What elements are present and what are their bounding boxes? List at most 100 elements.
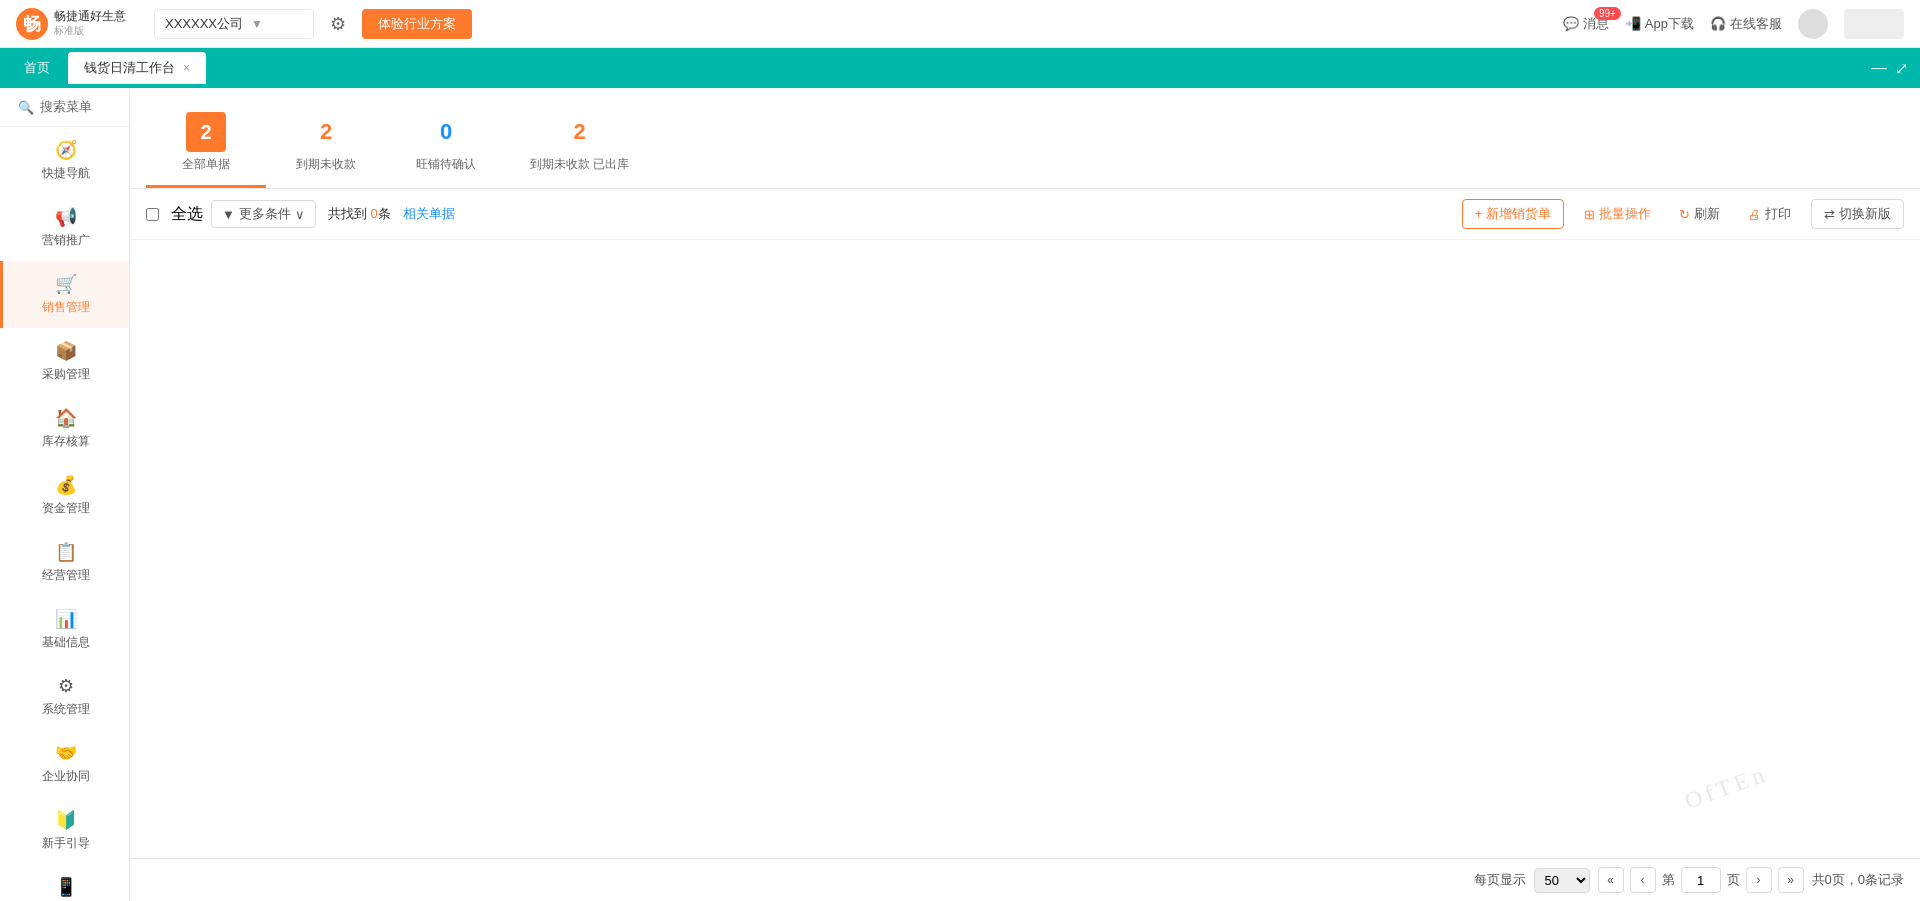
sidebar-item-app-center[interactable]: 📱 应用中心 xyxy=(0,864,129,901)
experience-button[interactable]: 体验行业方案 xyxy=(362,9,472,39)
tab-minimize-icon[interactable]: — xyxy=(1871,59,1887,78)
basic-info-icon: 📊 xyxy=(55,608,77,630)
sidebar-label-operations: 经营管理 xyxy=(42,567,90,584)
sidebar-label-cooperation: 企业协同 xyxy=(42,768,90,785)
refresh-button[interactable]: ↻ 刷新 xyxy=(1671,201,1728,227)
filter-arrow-icon: ∨ xyxy=(295,207,305,222)
company-name: XXXXXX公司 xyxy=(165,15,243,33)
page-label: 第 xyxy=(1662,871,1675,889)
sidebar-label-finance: 资金管理 xyxy=(42,500,90,517)
stats-tabs: 2 全部单据 2 到期未收款 0 旺铺待确认 2 到期未收款 已出库 xyxy=(130,88,1920,189)
table-area xyxy=(130,240,1920,858)
refresh-label: 刷新 xyxy=(1694,205,1720,223)
app-center-icon: 📱 xyxy=(55,876,77,898)
service-icon: 🎧 xyxy=(1710,16,1726,31)
content-inner: 2 全部单据 2 到期未收款 0 旺铺待确认 2 到期未收款 已出库 xyxy=(130,88,1920,901)
message-button[interactable]: 💬 消息 99+ xyxy=(1563,15,1609,33)
app-download-button[interactable]: 📲 App下载 xyxy=(1625,15,1694,33)
stat-tab-all[interactable]: 2 全部单据 xyxy=(146,104,266,188)
sidebar-item-cooperation[interactable]: 🤝 企业协同 xyxy=(0,730,129,797)
tab-workbench[interactable]: 钱货日清工作台 × xyxy=(68,52,206,84)
switch-version-button[interactable]: ⇄ 切换新版 xyxy=(1811,199,1904,229)
stat-label-all: 全部单据 xyxy=(182,156,230,173)
sidebar-item-quick-nav[interactable]: 🧭 快捷导航 xyxy=(0,127,129,194)
sidebar-item-guide[interactable]: 🔰 新手引导 xyxy=(0,797,129,864)
logo-area: 畅 畅捷通好生意 标准版 xyxy=(16,8,146,40)
pagination: « ‹ 第 页 › » xyxy=(1598,867,1804,893)
stat-tab-overdue[interactable]: 2 到期未收款 xyxy=(266,104,386,188)
prev-page-button[interactable]: ‹ xyxy=(1630,867,1656,893)
company-selector[interactable]: XXXXXX公司 ▼ xyxy=(154,9,314,39)
tab-close-icon[interactable]: × xyxy=(183,61,190,75)
stat-label-shipped: 到期未收款 已出库 xyxy=(530,156,629,173)
top-right-area: 💬 消息 99+ 📲 App下载 🎧 在线客服 xyxy=(1563,9,1904,39)
sidebar-item-operations[interactable]: 📋 经营管理 xyxy=(0,529,129,596)
stat-label-pending: 旺铺待确认 xyxy=(416,156,476,173)
sidebar-label-basic-info: 基础信息 xyxy=(42,634,90,651)
sidebar-label-marketing: 营销推广 xyxy=(42,232,90,249)
sidebar: 🔍 搜索菜单 🧭 快捷导航 📢 营销推广 🛒 销售管理 📦 采购管理 🏠 库存核… xyxy=(0,88,130,901)
sidebar-label-inventory: 库存核算 xyxy=(42,433,90,450)
sales-icon: 🛒 xyxy=(55,273,77,295)
sidebar-label-quick-nav: 快捷导航 xyxy=(42,165,90,182)
page-of-label: 页 xyxy=(1727,871,1740,889)
tab-maximize-icon[interactable]: ⤢ xyxy=(1895,59,1908,78)
found-text: 共找到 0条 xyxy=(328,205,391,223)
page-size-select[interactable]: 10 20 50 100 xyxy=(1534,868,1590,893)
page-size-label: 每页显示 xyxy=(1474,871,1526,889)
filter-icon: ▼ xyxy=(222,207,235,222)
logo-name: 畅捷通好生意 xyxy=(54,9,126,25)
last-page-button[interactable]: » xyxy=(1778,867,1804,893)
sidebar-item-sales[interactable]: 🛒 销售管理 xyxy=(0,261,129,328)
online-service-button[interactable]: 🎧 在线客服 xyxy=(1710,15,1782,33)
sidebar-item-finance[interactable]: 💰 资金管理 xyxy=(0,462,129,529)
tab-home[interactable]: 首页 xyxy=(8,52,66,84)
found-count: 0 xyxy=(371,206,378,221)
avatar[interactable] xyxy=(1798,9,1828,39)
total-records: 共0页，0条记录 xyxy=(1812,871,1904,889)
switch-icon: ⇄ xyxy=(1824,207,1835,222)
search-menu-label: 搜索菜单 xyxy=(40,98,92,116)
download-icon: 📲 xyxy=(1625,16,1641,31)
next-page-button[interactable]: › xyxy=(1746,867,1772,893)
message-icon: 💬 xyxy=(1563,16,1579,31)
stat-tab-shipped[interactable]: 2 到期未收款 已出库 xyxy=(506,104,653,188)
switch-label: 切换新版 xyxy=(1839,205,1891,223)
search-icon: 🔍 xyxy=(18,100,34,115)
toolbar-right: + 新增销货单 ⊞ 批量操作 ↻ 刷新 🖨 打印 ⇄ xyxy=(1462,199,1904,229)
stat-tab-pending[interactable]: 0 旺铺待确认 xyxy=(386,104,506,188)
tab-bar: 首页 钱货日清工作台 × — ⤢ xyxy=(0,48,1920,88)
filter-button[interactable]: ▼ 更多条件 ∨ xyxy=(211,200,316,228)
batch-button[interactable]: ⊞ 批量操作 xyxy=(1576,201,1659,227)
finance-icon: 💰 xyxy=(55,474,77,496)
sidebar-item-inventory[interactable]: 🏠 库存核算 xyxy=(0,395,129,462)
stat-count-all: 2 xyxy=(186,112,226,152)
page-number-input[interactable] xyxy=(1681,867,1721,893)
select-all-checkbox[interactable] xyxy=(146,208,159,221)
message-badge: 99+ xyxy=(1594,7,1621,20)
print-button[interactable]: 🖨 打印 xyxy=(1740,201,1799,227)
first-page-button[interactable]: « xyxy=(1598,867,1624,893)
sidebar-item-basic-info[interactable]: 📊 基础信息 xyxy=(0,596,129,663)
top-bar: 畅 畅捷通好生意 标准版 XXXXXX公司 ▼ ⚙ 体验行业方案 💬 消息 99… xyxy=(0,0,1920,48)
search-menu-button[interactable]: 🔍 搜索菜单 xyxy=(0,88,129,127)
logo-icon: 畅 xyxy=(16,8,48,40)
print-icon: 🖨 xyxy=(1748,207,1761,222)
sidebar-item-purchase[interactable]: 📦 采购管理 xyxy=(0,328,129,395)
main-layout: 🔍 搜索菜单 🧭 快捷导航 📢 营销推广 🛒 销售管理 📦 采购管理 🏠 库存核… xyxy=(0,88,1920,901)
select-all-label: 全选 xyxy=(171,204,203,225)
new-order-button[interactable]: + 新增销货单 xyxy=(1462,199,1564,229)
batch-label: 批量操作 xyxy=(1599,205,1651,223)
system-icon: ⚙ xyxy=(58,675,74,697)
related-label[interactable]: 相关单据 xyxy=(403,205,455,223)
sidebar-label-sales: 销售管理 xyxy=(42,299,90,316)
dropdown-arrow-icon: ▼ xyxy=(251,17,263,31)
toolbar: 全选 ▼ 更多条件 ∨ 共找到 0条 相关单据 + 新增销货单 ⊞ 批量操作 xyxy=(130,189,1920,240)
tab-actions: — ⤢ xyxy=(1871,59,1920,78)
sidebar-item-system[interactable]: ⚙ 系统管理 xyxy=(0,663,129,730)
sidebar-label-purchase: 采购管理 xyxy=(42,366,90,383)
filter-label: 更多条件 xyxy=(239,205,291,223)
user-name-area[interactable] xyxy=(1844,9,1904,39)
settings-button[interactable]: ⚙ xyxy=(322,8,354,40)
sidebar-item-marketing[interactable]: 📢 营销推广 xyxy=(0,194,129,261)
